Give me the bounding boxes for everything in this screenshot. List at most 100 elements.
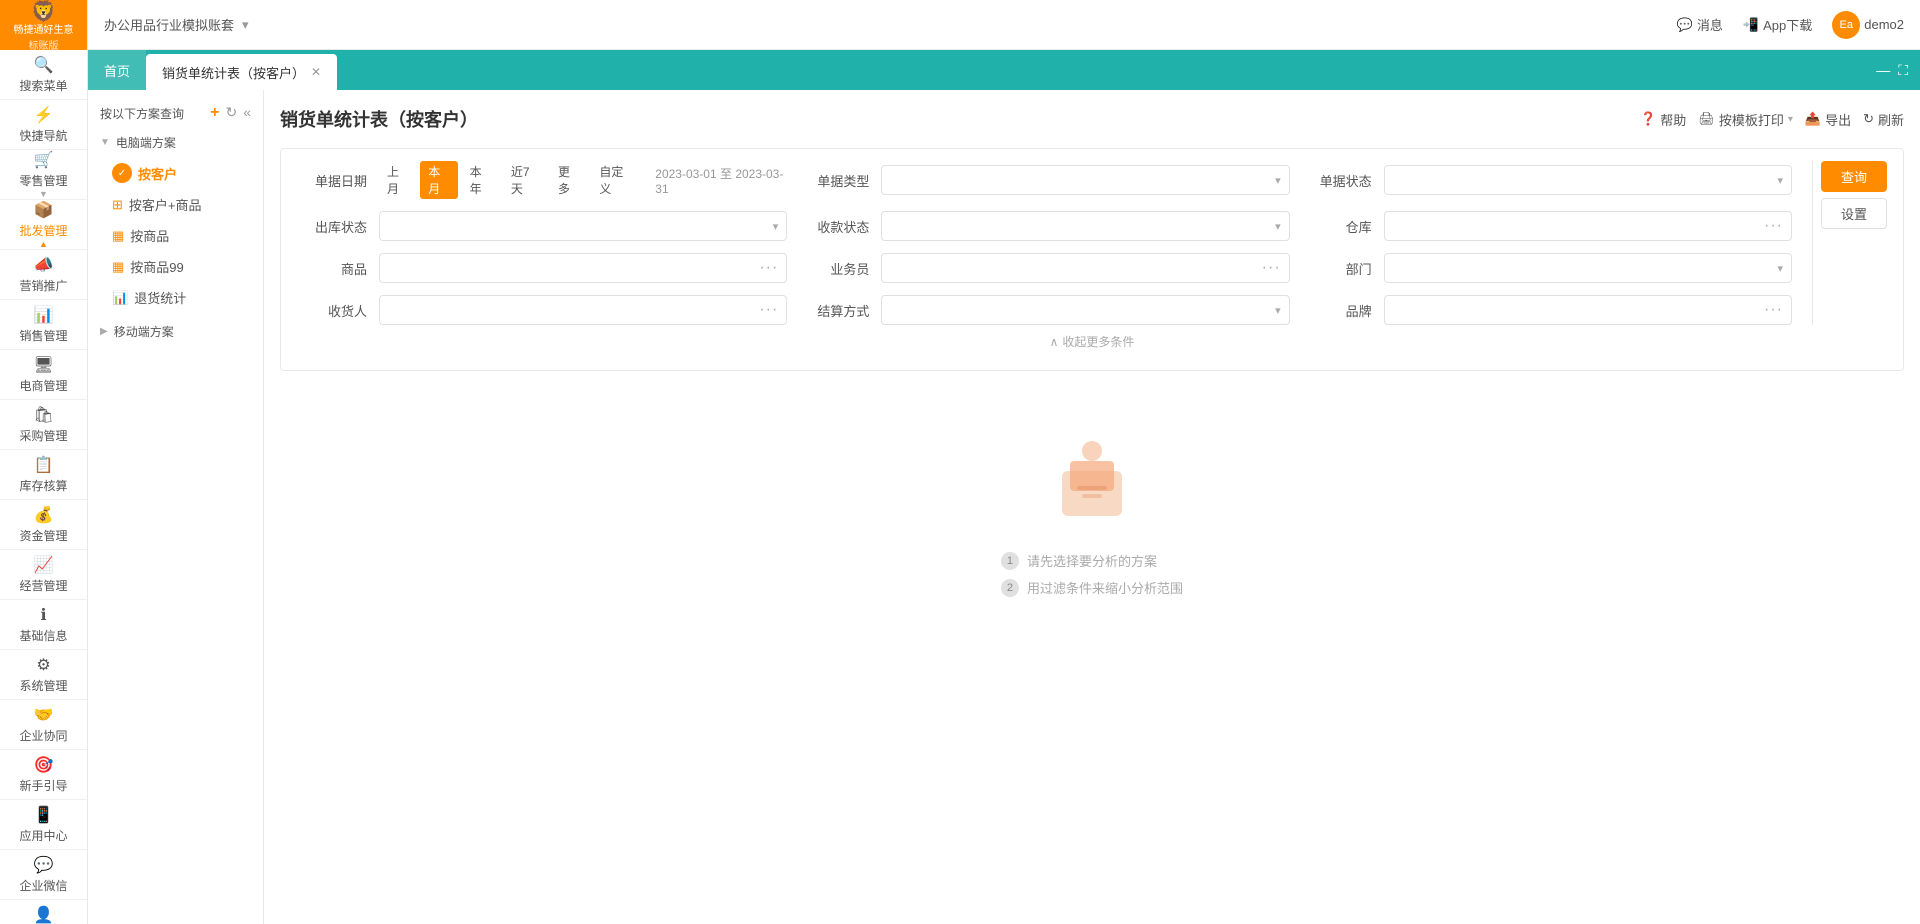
sidebar-item-sales[interactable]: 📊 销售管理 (0, 300, 87, 350)
left-panel: 按以下方案查询 + ↻ « ▼ 电脑端方案 ✓ 按客户 ⊞ 按客户+商品 (88, 90, 264, 924)
sidebar-item-ecommerce[interactable]: 🖥 电商管理 (0, 350, 87, 400)
tree-section-mobile[interactable]: ▶ 移动端方案 (88, 317, 263, 346)
settings-button[interactable]: 设置 (1821, 198, 1887, 229)
message-button[interactable]: 💬 消息 (1677, 15, 1723, 34)
sidebar-item-quick-nav[interactable]: ⚡ 快捷导航 (0, 100, 87, 150)
settlement-control: ▾ (881, 295, 1289, 325)
hint-1-text: 请先选择要分析的方案 (1027, 551, 1157, 570)
coop-icon: 🤝 (34, 705, 54, 725)
sidebar-item-retail[interactable]: 🛒 零售管理 ▼ (0, 150, 87, 200)
export-button[interactable]: 📤 导出 (1805, 110, 1851, 129)
date-filter-control: 上月 本月 本年 近7天 更多 自定义 2023-03-01 至 2023-03… (379, 161, 787, 199)
tree-item-by-customer[interactable]: ✓ 按客户 (88, 157, 263, 189)
help-button[interactable]: ❓ 帮助 (1640, 110, 1686, 129)
tab-sales-stats[interactable]: 销货单统计表（按客户） ✕ (146, 54, 337, 90)
refresh-button[interactable]: ↻ 刷新 (1863, 110, 1904, 129)
minimize-icon[interactable]: — (1876, 62, 1890, 78)
sidebar-item-marketing[interactable]: 📣 营销推广 (0, 250, 87, 300)
tab-close-icon[interactable]: ✕ (311, 65, 321, 79)
sidebar-item-coop[interactable]: 🤝 企业协同 (0, 700, 87, 750)
app-logo: 🦁 畅捷通好生意 标账版 (0, 0, 87, 50)
date-range-text: 2023-03-01 至 2023-03-31 (655, 165, 787, 196)
sidebar-item-purchase[interactable]: 🛍 采购管理 (0, 400, 87, 450)
wx-icon: 💬 (34, 855, 54, 875)
app-download-button[interactable]: 📲 App下载 (1743, 15, 1812, 34)
grid-icon: ⊞ (112, 197, 123, 213)
order-status-control: ▾ (1384, 165, 1792, 195)
message-icon: 💬 (1677, 17, 1693, 33)
sidebar-item-wholesale[interactable]: 📦 批发管理 ▲ (0, 200, 87, 250)
sidebar-item-member[interactable]: 👤 畅会员 (0, 900, 87, 924)
salesperson-dots: ··· (1262, 259, 1281, 277)
warehouse-dots: ··· (1764, 217, 1783, 235)
hint-2: 2 用过滤条件来缩小分析范围 (1001, 578, 1183, 597)
page-actions: ❓ 帮助 🖨 按模板打印 ▾ 📤 导出 ↻ 刷新 (1640, 110, 1904, 129)
order-status-select[interactable]: ▾ (1384, 165, 1792, 195)
order-type-select[interactable]: ▾ (881, 165, 1289, 195)
sidebar-item-new-guide[interactable]: 🎯 新手引导 (0, 750, 87, 800)
order-type-label: 单据类型 (799, 171, 869, 190)
settlement-label: 结算方式 (799, 301, 869, 320)
expand-icon: ▼ (100, 137, 110, 148)
sidebar-item-wx[interactable]: 💬 企业微信 (0, 850, 87, 900)
tree-item-by-customer-goods[interactable]: ⊞ 按客户+商品 (88, 189, 263, 220)
dept-select[interactable]: ▾ (1384, 253, 1792, 283)
header-actions: 💬 消息 📲 App下载 Ea demo2 (1677, 11, 1904, 39)
date-tab-custom[interactable]: 自定义 (591, 161, 639, 199)
filter-row-2: 出库状态 ▾ 收款状态 ▾ (297, 211, 1792, 241)
workspace-selector[interactable]: 办公用品行业模拟账套 ▾ (104, 15, 249, 34)
add-plan-icon[interactable]: + (210, 104, 219, 122)
date-tab-7days[interactable]: 近7天 (503, 161, 546, 199)
receiver-select[interactable]: ··· (379, 295, 787, 325)
salesperson-select[interactable]: ··· (881, 253, 1289, 283)
maximize-icon[interactable]: ⛶ (1898, 62, 1908, 79)
by-customer-goods-label: 按客户+商品 (129, 195, 202, 214)
date-tab-last-month[interactable]: 上月 (379, 161, 416, 199)
date-tab-more[interactable]: 更多 (550, 161, 587, 199)
date-tab-this-year[interactable]: 本年 (462, 161, 499, 199)
collect-status-control: ▾ (881, 211, 1289, 241)
settlement-select[interactable]: ▾ (881, 295, 1289, 325)
tab-bar: 首页 销货单统计表（按客户） ✕ — ⛶ (88, 50, 1920, 90)
collapse-bar[interactable]: ∧ 收起更多条件 (297, 325, 1887, 358)
sidebar-item-finance[interactable]: 💰 资金管理 (0, 500, 87, 550)
tree-item-by-goods-99[interactable]: ▦ 按商品99 (88, 251, 263, 282)
out-status-select[interactable]: ▾ (379, 211, 787, 241)
receiver-label: 收货人 (297, 301, 367, 320)
content-area: 按以下方案查询 + ↻ « ▼ 电脑端方案 ✓ 按客户 ⊞ 按客户+商品 (88, 90, 1920, 924)
sales-icon: 📊 (34, 305, 54, 325)
brand-label: 品牌 (1302, 301, 1372, 320)
tree-item-return-stats[interactable]: 📊 退货统计 (88, 282, 263, 313)
collect-status-select[interactable]: ▾ (881, 211, 1289, 241)
dept-control: ▾ (1384, 253, 1792, 283)
goods-dots: ··· (759, 259, 778, 277)
warehouse-select[interactable]: ··· (1384, 211, 1792, 241)
active-indicator: ✓ (112, 163, 132, 183)
tab-home[interactable]: 首页 (88, 50, 146, 90)
sidebar-item-search[interactable]: 🔍 搜索菜单 (0, 50, 87, 100)
page-title-bar: 销货单统计表（按客户） ❓ 帮助 🖨 按模板打印 ▾ 📤 导出 (280, 106, 1904, 132)
refresh-plan-icon[interactable]: ↻ (225, 104, 237, 122)
sidebar-item-app-center[interactable]: 📱 应用中心 (0, 800, 87, 850)
print-button[interactable]: 🖨 按模板打印 ▾ (1698, 110, 1793, 129)
tree-section-pc[interactable]: ▼ 电脑端方案 (88, 128, 263, 157)
tree-item-by-goods[interactable]: ▦ 按商品 (88, 220, 263, 251)
system-icon: ⚙ (36, 655, 50, 675)
download-icon: 📲 (1743, 17, 1759, 33)
print-dropdown-icon: ▾ (1788, 114, 1793, 125)
user-profile[interactable]: Ea demo2 (1832, 11, 1904, 39)
search-button[interactable]: 查询 (1821, 161, 1887, 192)
collapse-panel-icon[interactable]: « (243, 104, 251, 122)
help-icon: ❓ (1640, 111, 1656, 127)
sidebar-item-inventory[interactable]: 📋 库存核算 (0, 450, 87, 500)
arrow-down-icon: ▼ (39, 189, 48, 199)
sidebar-item-system[interactable]: ⚙ 系统管理 (0, 650, 87, 700)
action-buttons: 查询 设置 (1812, 161, 1887, 325)
date-tab-this-month[interactable]: 本月 (420, 161, 457, 199)
sidebar-item-operations[interactable]: 📈 经营管理 (0, 550, 87, 600)
sidebar-item-basic-info[interactable]: ℹ 基础信息 (0, 600, 87, 650)
app-center-icon: 📱 (34, 805, 54, 825)
wholesale-icon: 📦 (34, 200, 54, 220)
brand-select[interactable]: ··· (1384, 295, 1792, 325)
goods-select[interactable]: ··· (379, 253, 787, 283)
